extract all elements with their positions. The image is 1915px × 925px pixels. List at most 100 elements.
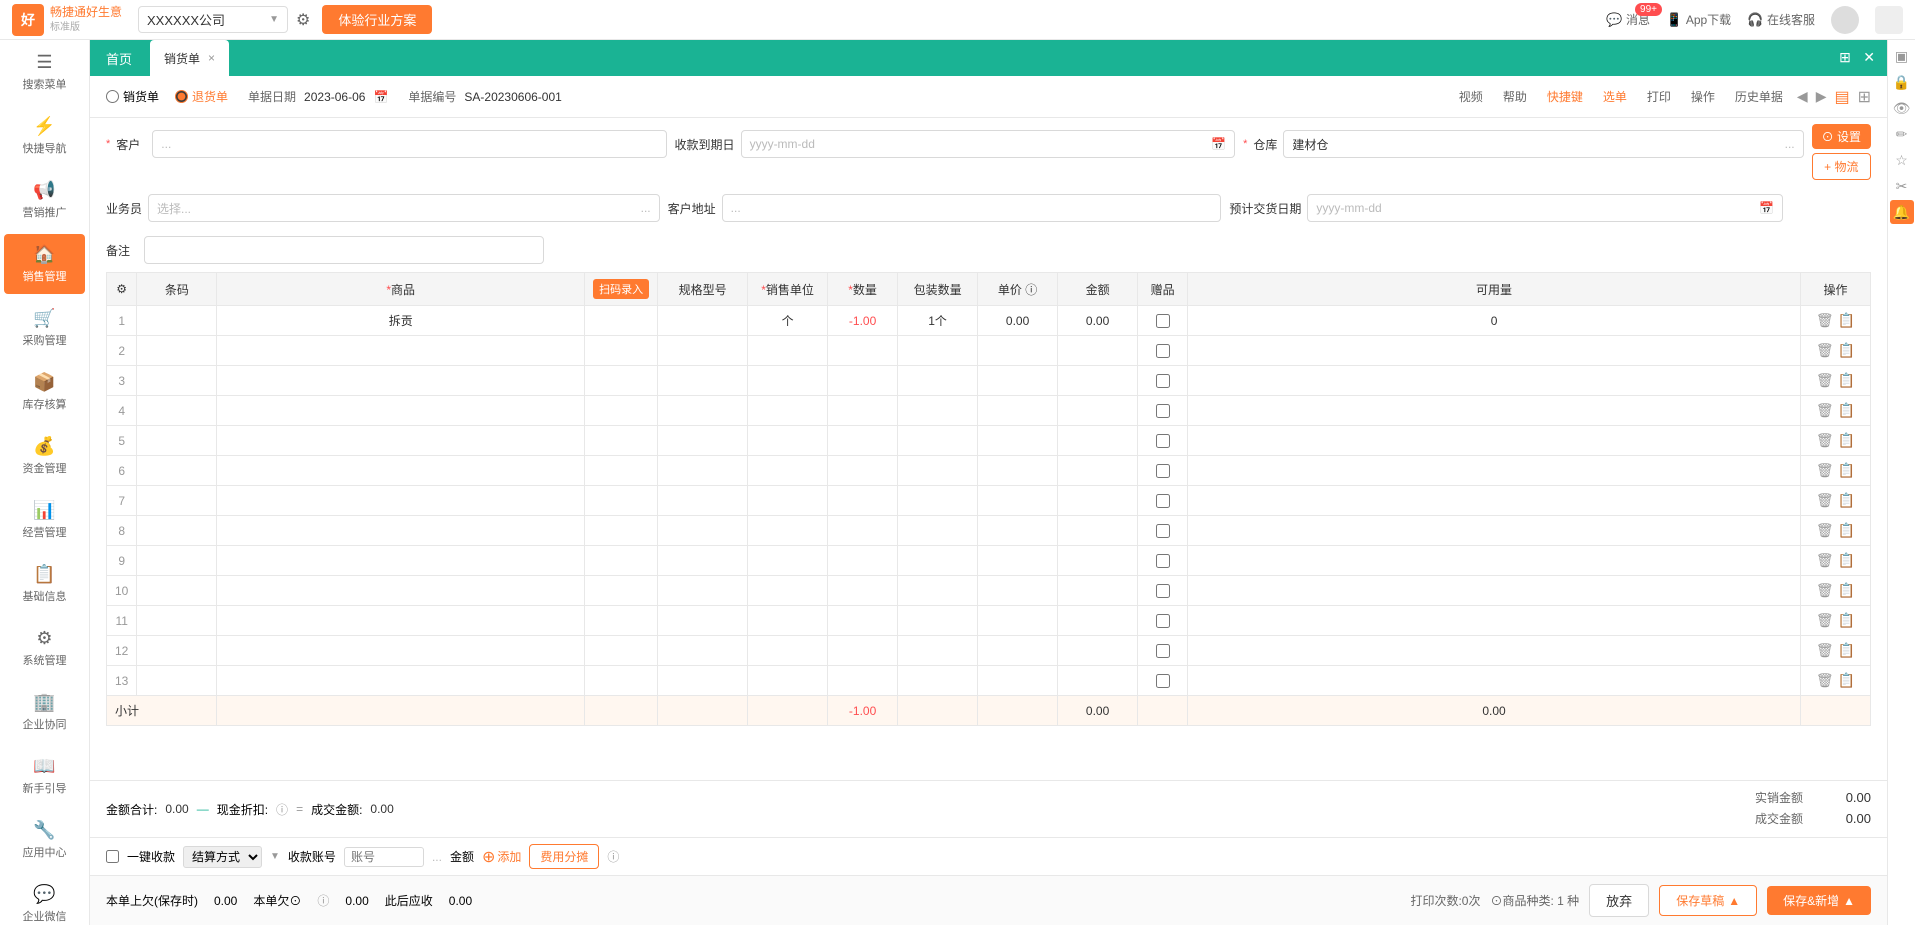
rs-star-icon[interactable]: ☆ bbox=[1890, 148, 1914, 172]
customer-addr-input[interactable]: ... bbox=[722, 194, 1222, 222]
app-download-button[interactable]: 📱 App下载 bbox=[1666, 11, 1731, 28]
copy-row13-icon[interactable]: 📋 bbox=[1838, 672, 1855, 689]
copy-row11-icon[interactable]: 📋 bbox=[1838, 612, 1855, 629]
help-btn[interactable]: 帮助 bbox=[1497, 86, 1533, 107]
tab-sales-order[interactable]: 销货单 × bbox=[150, 40, 229, 76]
sidebar-item-management[interactable]: 📊 经营管理 bbox=[4, 490, 85, 550]
sidebar-item-guide[interactable]: 📖 新手引导 bbox=[4, 746, 85, 806]
row1-unit[interactable]: 个 bbox=[748, 306, 828, 336]
video-btn[interactable]: 视频 bbox=[1453, 86, 1489, 107]
copy-row5-icon[interactable]: 📋 bbox=[1838, 432, 1855, 449]
copy-row12-icon[interactable]: 📋 bbox=[1838, 642, 1855, 659]
sidebar-item-wechat[interactable]: 💬 企业微信 bbox=[4, 874, 85, 925]
expense-split-button[interactable]: 费用分摊 bbox=[529, 844, 599, 869]
sidebar-item-system[interactable]: ⚙ 系统管理 bbox=[4, 618, 85, 678]
save-new-button[interactable]: 保存&新增 ▲ bbox=[1767, 886, 1871, 915]
select-order-btn[interactable]: 选单 bbox=[1597, 86, 1633, 107]
salesperson-input[interactable]: 选择... ... bbox=[148, 194, 660, 222]
rs-eye-icon[interactable]: 👁 bbox=[1890, 96, 1914, 120]
shortcut-btn[interactable]: 快捷键 bbox=[1541, 86, 1589, 107]
tab-close-icon[interactable]: × bbox=[208, 51, 215, 65]
row1-product[interactable]: 拆贡 bbox=[217, 306, 585, 336]
rs-scissors-icon[interactable]: ✂ bbox=[1890, 174, 1914, 198]
row1-spec[interactable] bbox=[658, 306, 748, 336]
online-service-button[interactable]: 🎧 在线客服 bbox=[1747, 11, 1815, 28]
delete-row1-icon[interactable]: 🗑 bbox=[1816, 312, 1834, 329]
copy-row9-icon[interactable]: 📋 bbox=[1838, 552, 1855, 569]
customer-input[interactable]: ... bbox=[152, 130, 666, 158]
bank-account-input[interactable] bbox=[344, 847, 424, 867]
expense-help-icon[interactable]: ⓘ bbox=[607, 848, 619, 865]
radio-sales-order[interactable]: 销货单 bbox=[106, 88, 159, 105]
print-btn[interactable]: 打印 bbox=[1641, 86, 1677, 107]
sidebar-item-basic-info[interactable]: 📋 基础信息 bbox=[4, 554, 85, 614]
next-icon[interactable]: ▶ bbox=[1816, 88, 1827, 105]
prev-icon[interactable]: ◀ bbox=[1797, 88, 1808, 105]
copy-row6-icon[interactable]: 📋 bbox=[1838, 462, 1855, 479]
radio-return-order[interactable]: 退货单 bbox=[175, 88, 228, 105]
row1-barcode[interactable] bbox=[137, 306, 217, 336]
row1-quantity[interactable]: -1.00 bbox=[828, 306, 898, 336]
scan-button[interactable]: 扫码录入 bbox=[593, 279, 649, 299]
trial-button[interactable]: 体验行业方案 bbox=[322, 5, 432, 34]
copy-row4-icon[interactable]: 📋 bbox=[1838, 402, 1855, 419]
delete-row5-icon[interactable]: 🗑 bbox=[1816, 432, 1834, 449]
sidebar-item-sales[interactable]: 🏠 销售管理 bbox=[4, 234, 85, 294]
save-draft-button[interactable]: 保存草稿 ▲ bbox=[1659, 885, 1757, 916]
user-avatar[interactable] bbox=[1831, 6, 1859, 34]
row1-gift[interactable] bbox=[1138, 306, 1188, 336]
operate-btn[interactable]: 操作 bbox=[1685, 86, 1721, 107]
delete-row6-icon[interactable]: 🗑 bbox=[1816, 462, 1834, 479]
table-view-icon[interactable]: ▤ bbox=[1834, 87, 1849, 107]
expected-delivery-input[interactable]: yyyy-mm-dd 📅 bbox=[1307, 194, 1783, 222]
copy-row10-icon[interactable]: 📋 bbox=[1838, 582, 1855, 599]
delete-row4-icon[interactable]: 🗑 bbox=[1816, 402, 1834, 419]
message-button[interactable]: 💬 消息 99+ bbox=[1606, 11, 1650, 28]
delete-row7-icon[interactable]: 🗑 bbox=[1816, 492, 1834, 509]
gear-icon[interactable]: ⚙ bbox=[296, 10, 310, 30]
row1-unit-price[interactable]: 0.00 bbox=[978, 306, 1058, 336]
due-date-input[interactable]: yyyy-mm-dd 📅 bbox=[741, 130, 1236, 158]
copy-row1-icon[interactable]: 📋 bbox=[1838, 312, 1855, 329]
delete-row11-icon[interactable]: 🗑 bbox=[1816, 612, 1834, 629]
copy-row3-icon[interactable]: 📋 bbox=[1838, 372, 1855, 389]
sidebar-item-search[interactable]: ☰ 搜索菜单 bbox=[4, 42, 85, 102]
abandon-button[interactable]: 放弃 bbox=[1589, 884, 1649, 917]
rs-table-icon[interactable]: ▣ bbox=[1890, 44, 1914, 68]
settings-button[interactable]: ⊙ 设置 bbox=[1812, 124, 1871, 149]
help-circle-icon[interactable]: ⓘ bbox=[276, 801, 288, 818]
rs-pen-icon[interactable]: ✏ bbox=[1890, 122, 1914, 146]
delete-row10-icon[interactable]: 🗑 bbox=[1816, 582, 1834, 599]
remark-input[interactable] bbox=[144, 236, 544, 264]
copy-row2-icon[interactable]: 📋 bbox=[1838, 342, 1855, 359]
calendar-icon[interactable]: 📅 bbox=[373, 90, 388, 104]
sidebar-item-enterprise[interactable]: 🏢 企业协同 bbox=[4, 682, 85, 742]
sidebar-item-inventory[interactable]: 📦 库存核算 bbox=[4, 362, 85, 422]
grid-view-icon[interactable]: ⊞ bbox=[1858, 87, 1871, 107]
tab-close-all-icon[interactable]: ✕ bbox=[1863, 49, 1875, 65]
logistics-button[interactable]: + 物流 bbox=[1812, 153, 1871, 180]
delete-row3-icon[interactable]: 🗑 bbox=[1816, 372, 1834, 389]
copy-row7-icon[interactable]: 📋 bbox=[1838, 492, 1855, 509]
one-click-checkbox[interactable] bbox=[106, 850, 119, 863]
delete-row9-icon[interactable]: 🗑 bbox=[1816, 552, 1834, 569]
rs-lock-icon[interactable]: 🔒 bbox=[1890, 70, 1914, 94]
user-menu[interactable] bbox=[1875, 6, 1903, 34]
delete-row12-icon[interactable]: 🗑 bbox=[1816, 642, 1834, 659]
row1-pack-qty[interactable]: 1个 bbox=[898, 306, 978, 336]
sidebar-item-marketing[interactable]: 📢 营销推广 bbox=[4, 170, 85, 230]
tab-expand-icon[interactable]: ⊞ bbox=[1839, 49, 1851, 65]
sidebar-item-app-center[interactable]: 🔧 应用中心 bbox=[4, 810, 85, 870]
sidebar-item-finance[interactable]: 💰 资金管理 bbox=[4, 426, 85, 486]
delete-row2-icon[interactable]: 🗑 bbox=[1816, 342, 1834, 359]
delete-row13-icon[interactable]: 🗑 bbox=[1816, 672, 1834, 689]
sidebar-item-quick-nav[interactable]: ⚡ 快捷导航 bbox=[4, 106, 85, 166]
company-selector[interactable]: XXXXXX公司 ▼ bbox=[138, 6, 288, 33]
tab-home[interactable]: 首页 bbox=[90, 40, 148, 76]
warehouse-input[interactable]: 建材仓 ... bbox=[1283, 130, 1803, 158]
add-payment-button[interactable]: ⊕ 添加 bbox=[482, 847, 521, 867]
payment-method-select[interactable]: 结算方式 bbox=[183, 846, 262, 868]
copy-row8-icon[interactable]: 📋 bbox=[1838, 522, 1855, 539]
bill-current-owe-help[interactable]: ⓘ bbox=[317, 892, 329, 909]
history-btn[interactable]: 历史单据 bbox=[1729, 86, 1789, 107]
